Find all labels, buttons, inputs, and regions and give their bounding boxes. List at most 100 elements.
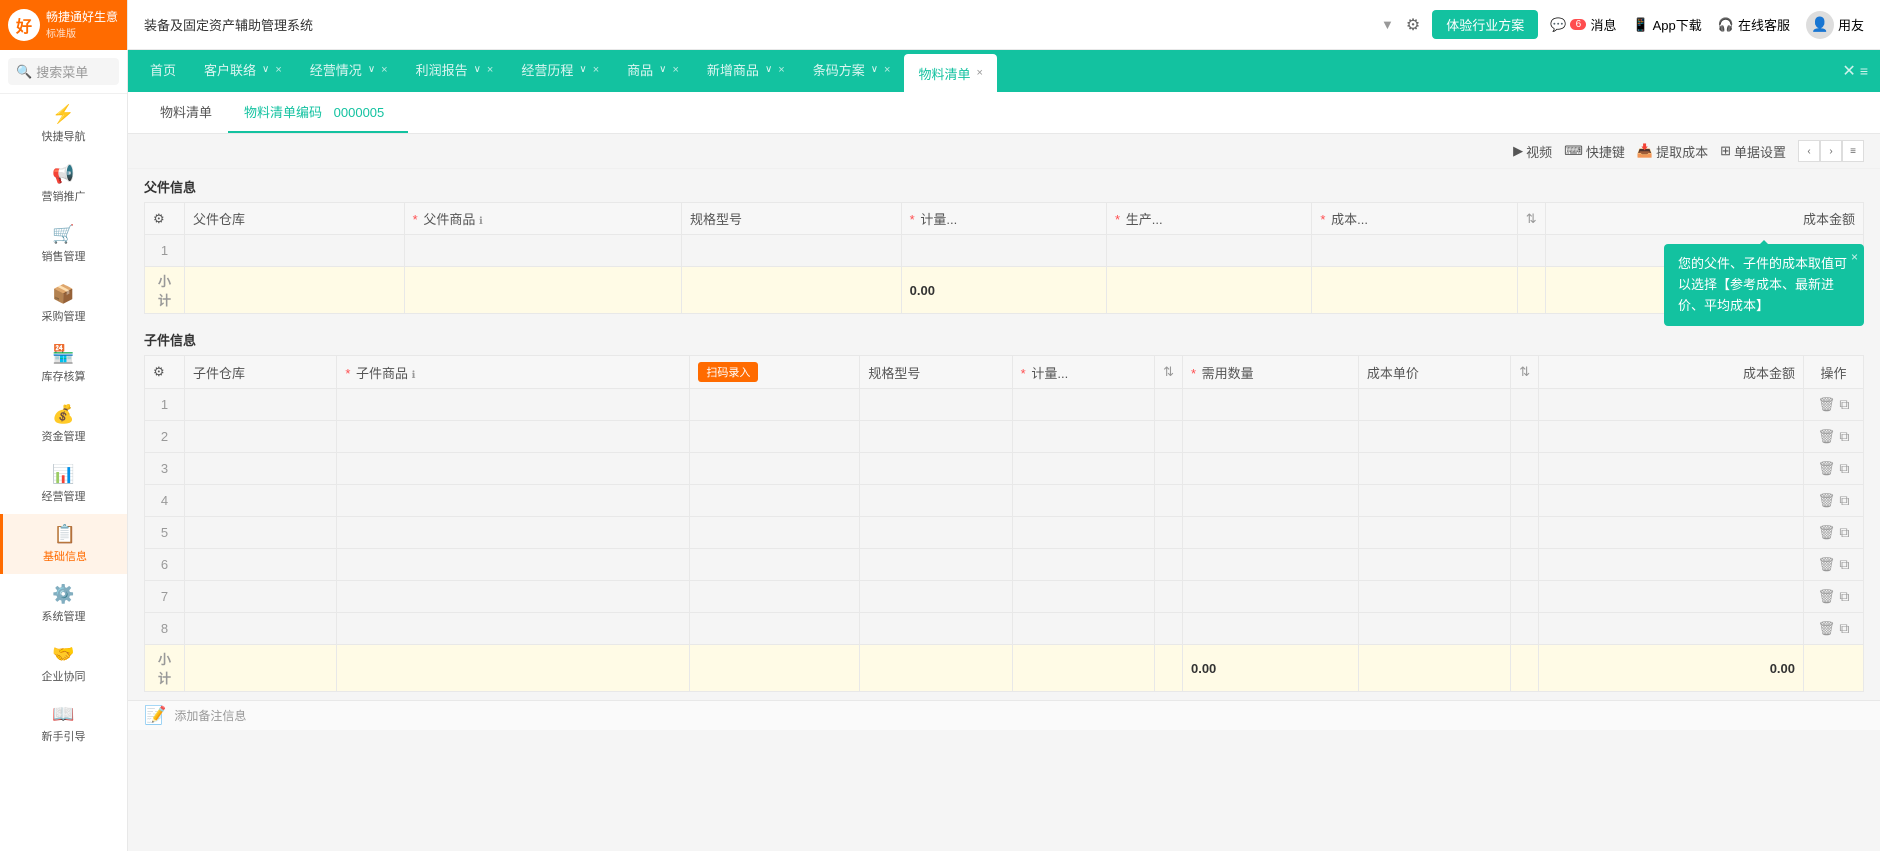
child-row-6-warehouse[interactable]: [185, 549, 337, 581]
sidebar-item-marketing[interactable]: 📢 营销推广: [0, 154, 127, 214]
sidebar-item-finance[interactable]: 💰 资金管理: [0, 394, 127, 454]
user-action[interactable]: 👤 用友: [1806, 11, 1864, 39]
app-download-action[interactable]: 📱 App下载: [1632, 15, 1701, 34]
parent-row-1-goods[interactable]: [404, 235, 681, 267]
tab-goods-close[interactable]: ×: [672, 64, 678, 76]
child-row-2-unit-cost[interactable]: [1358, 421, 1510, 453]
toolbar-view[interactable]: ▶ 视频: [1513, 142, 1552, 161]
page-next-btn[interactable]: ›: [1820, 140, 1842, 162]
child-row-3-goods[interactable]: [337, 453, 690, 485]
tab-layout-icon[interactable]: ≡: [1860, 63, 1868, 79]
child-row-1-unit-cost[interactable]: [1358, 389, 1510, 421]
child-row-7-spec[interactable]: [860, 581, 1012, 613]
child-row-4-unit[interactable]: [1012, 485, 1154, 517]
child-row-7-unit-cost[interactable]: [1358, 581, 1510, 613]
child-row-3-spec[interactable]: [860, 453, 1012, 485]
child-row-2-quantity[interactable]: [1182, 421, 1358, 453]
tab-new-goods-close[interactable]: ×: [778, 64, 784, 76]
toolbar-extract-cost[interactable]: 📥 提取成本: [1637, 142, 1708, 161]
child-row-8-warehouse[interactable]: [185, 613, 337, 645]
sidebar-item-system[interactable]: ⚙️ 系统管理: [0, 574, 127, 634]
child-row-2-goods[interactable]: [337, 421, 690, 453]
tab-home[interactable]: 首页: [136, 50, 190, 92]
child-col-sort2[interactable]: ⇅: [1511, 356, 1539, 389]
child-row-3-unit-cost[interactable]: [1358, 453, 1510, 485]
page-layout-btn[interactable]: ≡: [1842, 140, 1864, 162]
child-row-5-warehouse[interactable]: [185, 517, 337, 549]
online-support-action[interactable]: 🎧 在线客服: [1718, 15, 1790, 34]
parent-row-1-cost[interactable]: [1312, 235, 1517, 267]
child-row-5-unit[interactable]: [1012, 517, 1154, 549]
child-row-3-warehouse[interactable]: [185, 453, 337, 485]
copy-icon[interactable]: ⧉: [1839, 524, 1849, 541]
child-col-sort1[interactable]: ⇅: [1155, 356, 1183, 389]
child-row-6-goods[interactable]: [337, 549, 690, 581]
sub-tab-bom-list[interactable]: 物料清单: [144, 92, 228, 133]
child-row-5-unit-cost[interactable]: [1358, 517, 1510, 549]
sidebar-item-sales[interactable]: 🛒 销售管理: [0, 214, 127, 274]
child-row-8-unit[interactable]: [1012, 613, 1154, 645]
child-row-6-quantity[interactable]: [1182, 549, 1358, 581]
tab-operations-status[interactable]: 经营情况 ∨ ×: [296, 50, 402, 92]
delete-icon[interactable]: 🗑: [1818, 556, 1836, 573]
delete-icon[interactable]: 🗑: [1818, 460, 1836, 477]
tab-history[interactable]: 经营历程 ∨ ×: [507, 50, 613, 92]
child-row-1-warehouse[interactable]: [185, 389, 337, 421]
tooltip-close-btn[interactable]: ×: [1851, 248, 1858, 267]
tab-customer-close[interactable]: ×: [275, 64, 281, 76]
copy-icon[interactable]: ⧉: [1839, 428, 1849, 445]
toolbar-single-settings[interactable]: ⊞ 单据设置: [1720, 142, 1786, 161]
child-col-settings[interactable]: ⚙: [145, 356, 185, 389]
child-row-7-goods[interactable]: [337, 581, 690, 613]
parent-row-1-unit[interactable]: [901, 235, 1106, 267]
child-row-3-quantity[interactable]: [1182, 453, 1358, 485]
tab-profit[interactable]: 利润报告 ∨ ×: [402, 50, 508, 92]
copy-icon[interactable]: ⧉: [1839, 460, 1849, 477]
page-prev-btn[interactable]: ‹: [1798, 140, 1820, 162]
search-trigger[interactable]: 🔍 搜索菜单: [8, 58, 119, 85]
child-row-1-spec[interactable]: [860, 389, 1012, 421]
parent-row-1-production[interactable]: [1107, 235, 1312, 267]
sidebar-item-guide[interactable]: 📖 新手引导: [0, 694, 127, 754]
child-row-6-unit[interactable]: [1012, 549, 1154, 581]
child-row-6-spec[interactable]: [860, 549, 1012, 581]
tab-ops-close[interactable]: ×: [381, 64, 387, 76]
parent-row-1-warehouse[interactable]: [185, 235, 405, 267]
tab-goods[interactable]: 商品 ∨ ×: [613, 50, 693, 92]
toolbar-shortcut[interactable]: ⌨ 快捷键: [1564, 142, 1625, 161]
child-row-2-unit[interactable]: [1012, 421, 1154, 453]
tab-bom-close[interactable]: ×: [977, 67, 983, 79]
child-row-7-quantity[interactable]: [1182, 581, 1358, 613]
child-row-4-warehouse[interactable]: [185, 485, 337, 517]
child-row-4-unit-cost[interactable]: [1358, 485, 1510, 517]
parent-col-sort1[interactable]: ⇅: [1517, 203, 1545, 235]
delete-icon[interactable]: 🗑: [1818, 492, 1836, 509]
sidebar-item-purchase[interactable]: 📦 采购管理: [0, 274, 127, 334]
child-row-8-spec[interactable]: [860, 613, 1012, 645]
parent-col-settings[interactable]: ⚙: [145, 203, 185, 235]
tab-close-all-icon[interactable]: ✕: [1842, 61, 1855, 81]
child-row-8-goods[interactable]: [337, 613, 690, 645]
delete-icon[interactable]: 🗑: [1818, 396, 1836, 413]
child-row-8-quantity[interactable]: [1182, 613, 1358, 645]
tab-customer[interactable]: 客户联络 ∨ ×: [190, 50, 296, 92]
child-row-5-spec[interactable]: [860, 517, 1012, 549]
child-row-4-goods[interactable]: [337, 485, 690, 517]
child-row-3-unit[interactable]: [1012, 453, 1154, 485]
sidebar-item-enterprise[interactable]: 🤝 企业协同: [0, 634, 127, 694]
copy-icon[interactable]: ⧉: [1839, 588, 1849, 605]
tab-history-close[interactable]: ×: [593, 64, 599, 76]
child-row-1-quantity[interactable]: [1182, 389, 1358, 421]
child-row-6-unit-cost[interactable]: [1358, 549, 1510, 581]
tab-new-goods[interactable]: 新增商品 ∨ ×: [693, 50, 799, 92]
child-row-4-quantity[interactable]: [1182, 485, 1358, 517]
child-row-2-spec[interactable]: [860, 421, 1012, 453]
delete-icon[interactable]: 🗑: [1818, 524, 1836, 541]
gear-icon[interactable]: ⚙: [1406, 15, 1420, 35]
sidebar-search-area[interactable]: 🔍 搜索菜单: [0, 50, 127, 94]
child-row-1-unit[interactable]: [1012, 389, 1154, 421]
sidebar-item-inventory[interactable]: 🏪 库存核算: [0, 334, 127, 394]
experience-btn[interactable]: 体验行业方案: [1432, 10, 1538, 39]
copy-icon[interactable]: ⧉: [1839, 620, 1849, 637]
parent-row-1-spec[interactable]: [682, 235, 902, 267]
